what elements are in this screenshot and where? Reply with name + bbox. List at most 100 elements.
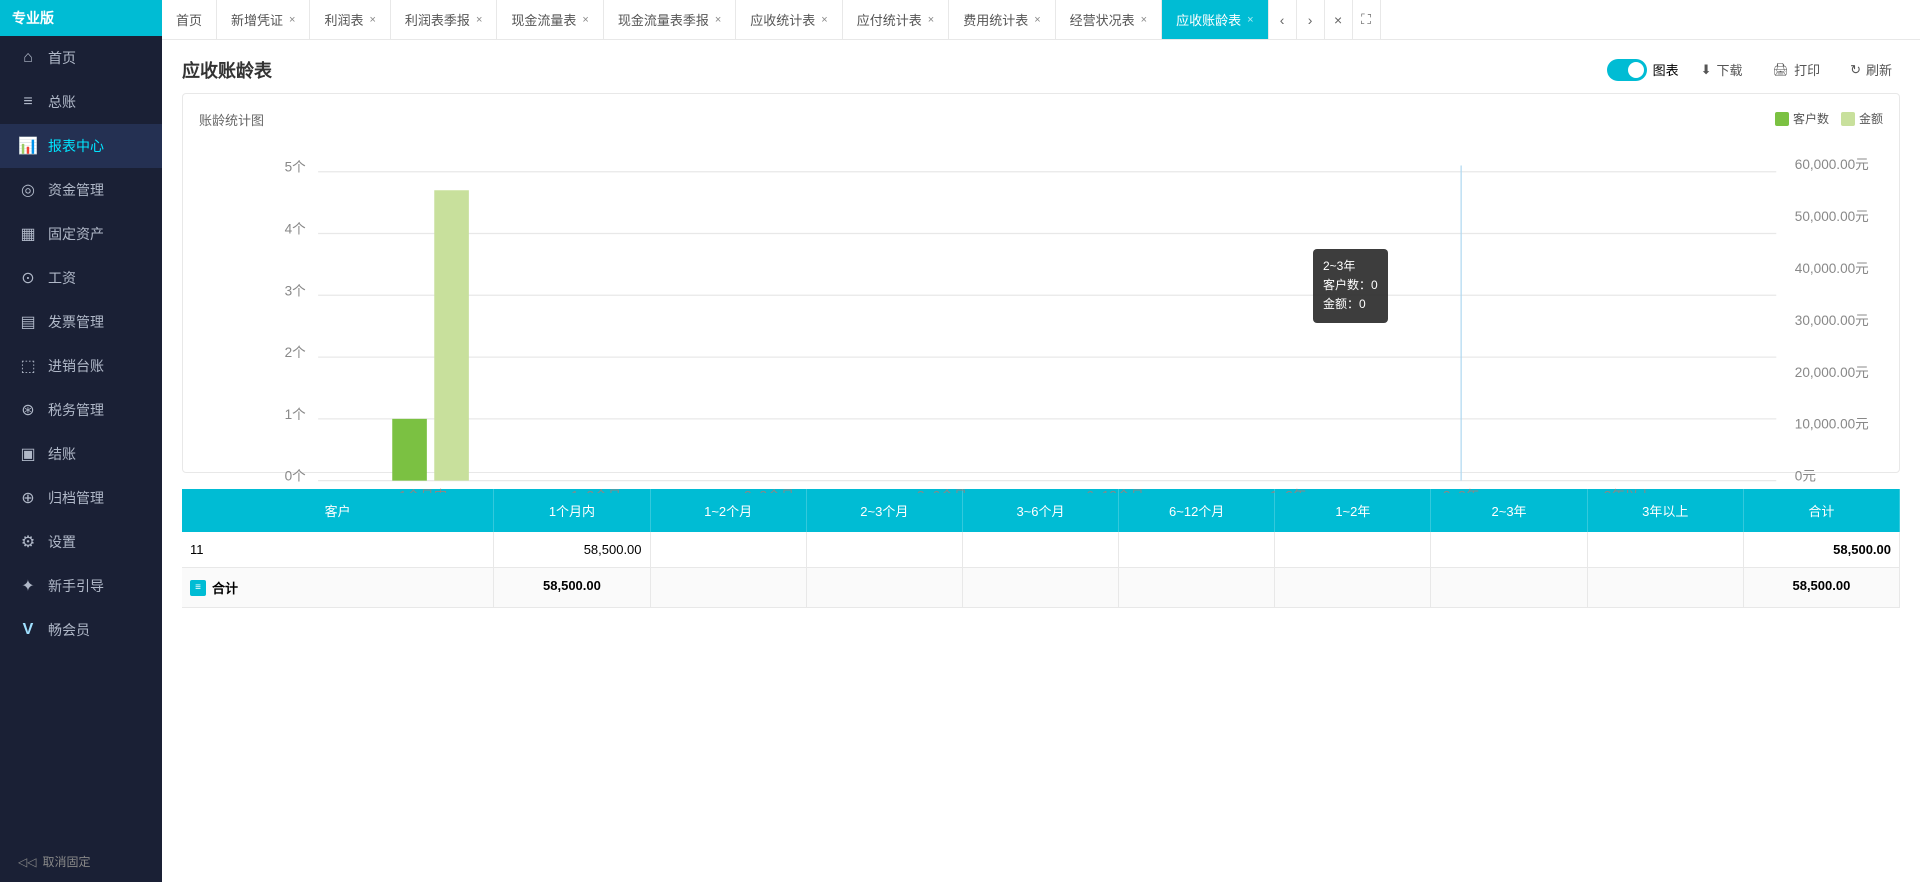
sidebar-label-salary: 工资	[48, 268, 76, 288]
header-actions: 图表 ⬇ 下载 🖨 打印 ↻ 刷新	[1607, 56, 1900, 83]
sidebar-item-salary[interactable]: ⊙ 工资	[0, 256, 162, 300]
home-icon: ⌂	[18, 49, 38, 67]
tab-cashflow[interactable]: 现金流量表 ×	[497, 0, 603, 39]
tab-voucher[interactable]: 新增凭证 ×	[217, 0, 310, 39]
legend-amount-dot	[1841, 112, 1855, 126]
svg-text:40,000.00元: 40,000.00元	[1795, 261, 1869, 276]
app-logo: 专业版	[0, 0, 162, 36]
tab-ar-aging-close[interactable]: ×	[1247, 14, 1253, 26]
sidebar-item-stock[interactable]: ⬚ 进销台账	[0, 344, 162, 388]
legend-customers-label: 客户数	[1793, 110, 1829, 127]
tax-icon: ⊛	[18, 400, 38, 420]
sidebar-item-capital[interactable]: ◎ 资金管理	[0, 168, 162, 212]
tab-next-btn[interactable]: ›	[1297, 0, 1325, 39]
sum-y23	[1431, 568, 1587, 607]
download-label: 下载	[1717, 60, 1743, 79]
print-icon: 🖨	[1773, 62, 1790, 78]
tab-business-stats-close[interactable]: ×	[1141, 14, 1147, 26]
tab-cashflow-quarter-label: 现金流量表季报	[618, 10, 709, 29]
invoice-icon: ▤	[18, 312, 38, 332]
sidebar-item-ledger[interactable]: ≡ 总账	[0, 80, 162, 124]
tab-home[interactable]: 首页	[162, 0, 217, 39]
sidebar-label-home: 首页	[48, 48, 76, 68]
refresh-btn[interactable]: ↻ 刷新	[1842, 56, 1900, 83]
svg-text:2个: 2个	[285, 345, 307, 360]
sidebar-item-invoice[interactable]: ▤ 发票管理	[0, 300, 162, 344]
svg-text:0个: 0个	[285, 469, 307, 484]
tab-profit-label: 利润表	[324, 10, 363, 29]
tab-cashflow-quarter[interactable]: 现金流量表季报 ×	[604, 0, 736, 39]
table-row: 11 58,500.00 58,500.00	[182, 532, 1900, 568]
sidebar-label-guide: 新手引导	[48, 576, 104, 596]
tab-ar-aging[interactable]: 应收账龄表 ×	[1162, 0, 1268, 39]
tab-profit-close[interactable]: ×	[369, 14, 375, 26]
toggle-track[interactable]	[1607, 59, 1647, 81]
sum-y3plus	[1588, 568, 1744, 607]
tab-business-stats[interactable]: 经营状况表 ×	[1056, 0, 1162, 39]
tab-voucher-close[interactable]: ×	[289, 14, 295, 26]
sum-m36	[963, 568, 1119, 607]
sidebar-label-member: 畅会员	[48, 620, 90, 640]
sidebar-label-report: 报表中心	[48, 136, 104, 156]
sidebar-label-stock: 进销台账	[48, 356, 104, 376]
svg-text:10,000.00元: 10,000.00元	[1795, 417, 1869, 432]
tab-fullscreen-btn[interactable]: ⛶	[1353, 0, 1381, 39]
settings-icon: ⚙	[18, 532, 38, 552]
ledger-icon: ≡	[18, 93, 38, 111]
tab-profit-quarter-close[interactable]: ×	[476, 14, 482, 26]
svg-text:20,000.00元: 20,000.00元	[1795, 365, 1869, 380]
tab-ar-stats[interactable]: 应收统计表 ×	[736, 0, 842, 39]
tab-close-btn[interactable]: ×	[1325, 0, 1353, 39]
sidebar-item-assets[interactable]: ▦ 固定资产	[0, 212, 162, 256]
sidebar-label-capital: 资金管理	[48, 180, 104, 200]
sidebar-item-report[interactable]: 📊 报表中心	[0, 124, 162, 168]
sidebar-toggle-pin[interactable]: ◁◁ 取消固定	[0, 841, 162, 882]
print-label: 打印	[1794, 60, 1820, 79]
svg-text:1~2年: 1~2年	[1270, 488, 1307, 493]
print-btn[interactable]: 🖨 打印	[1765, 56, 1829, 83]
sidebar-item-member[interactable]: V 畅会员	[0, 608, 162, 652]
tab-ap-stats-close[interactable]: ×	[928, 14, 934, 26]
sum-m612	[1119, 568, 1275, 607]
tab-cashflow-close[interactable]: ×	[582, 14, 588, 26]
svg-text:1~2个月: 1~2个月	[571, 488, 621, 493]
tab-expense-stats-label: 费用统计表	[963, 10, 1028, 29]
tab-ap-stats[interactable]: 应付统计表 ×	[843, 0, 949, 39]
sidebar-item-guide[interactable]: ✦ 新手引导	[0, 564, 162, 608]
sidebar-item-settle[interactable]: ▣ 结账	[0, 432, 162, 476]
svg-text:3年以上: 3年以上	[1604, 488, 1652, 493]
page-header: 应收账龄表 图表 ⬇ 下载 🖨 打印 ↻ 刷新	[162, 40, 1920, 93]
cell-m23	[807, 532, 963, 567]
cell-m1: 58,500.00	[494, 532, 650, 567]
cell-m12	[651, 532, 807, 567]
sum-y12	[1275, 568, 1431, 607]
cell-total: 58,500.00	[1744, 532, 1900, 567]
tab-prev-btn[interactable]: ‹	[1269, 0, 1297, 39]
cell-customer: 11	[182, 532, 494, 567]
sidebar-item-settings[interactable]: ⚙ 设置	[0, 520, 162, 564]
sidebar-label-settings: 设置	[48, 532, 76, 552]
sum-icon: ≡	[190, 580, 206, 596]
tab-expense-stats[interactable]: 费用统计表 ×	[949, 0, 1055, 39]
main-content: 首页 新增凭证 × 利润表 × 利润表季报 × 现金流量表 × 现金流量表季报 …	[162, 0, 1920, 882]
tab-cashflow-quarter-close[interactable]: ×	[715, 14, 721, 26]
refresh-label: 刷新	[1866, 60, 1892, 79]
bar-customer-1	[392, 419, 427, 481]
pin-icon: ◁◁	[18, 855, 36, 869]
tab-profit-quarter[interactable]: 利润表季报 ×	[391, 0, 497, 39]
tab-expense-stats-close[interactable]: ×	[1034, 14, 1040, 26]
sidebar-item-home[interactable]: ⌂ 首页	[0, 36, 162, 80]
tab-ar-stats-close[interactable]: ×	[821, 14, 827, 26]
tab-ar-aging-label: 应收账龄表	[1176, 10, 1241, 29]
chart-toggle[interactable]: 图表	[1607, 59, 1679, 81]
tab-home-label: 首页	[176, 10, 202, 29]
download-btn[interactable]: ⬇ 下载	[1693, 56, 1751, 83]
sum-row: ≡ 合计 58,500.00 58,500.00	[182, 568, 1900, 608]
cell-y23	[1431, 532, 1587, 567]
legend-amount: 金额	[1841, 110, 1883, 127]
sidebar-item-tax[interactable]: ⊛ 税务管理	[0, 388, 162, 432]
tab-ap-stats-label: 应付统计表	[857, 10, 922, 29]
sidebar-item-archive[interactable]: ⊕ 归档管理	[0, 476, 162, 520]
tab-profit[interactable]: 利润表 ×	[310, 0, 390, 39]
sidebar-label-assets: 固定资产	[48, 224, 104, 244]
